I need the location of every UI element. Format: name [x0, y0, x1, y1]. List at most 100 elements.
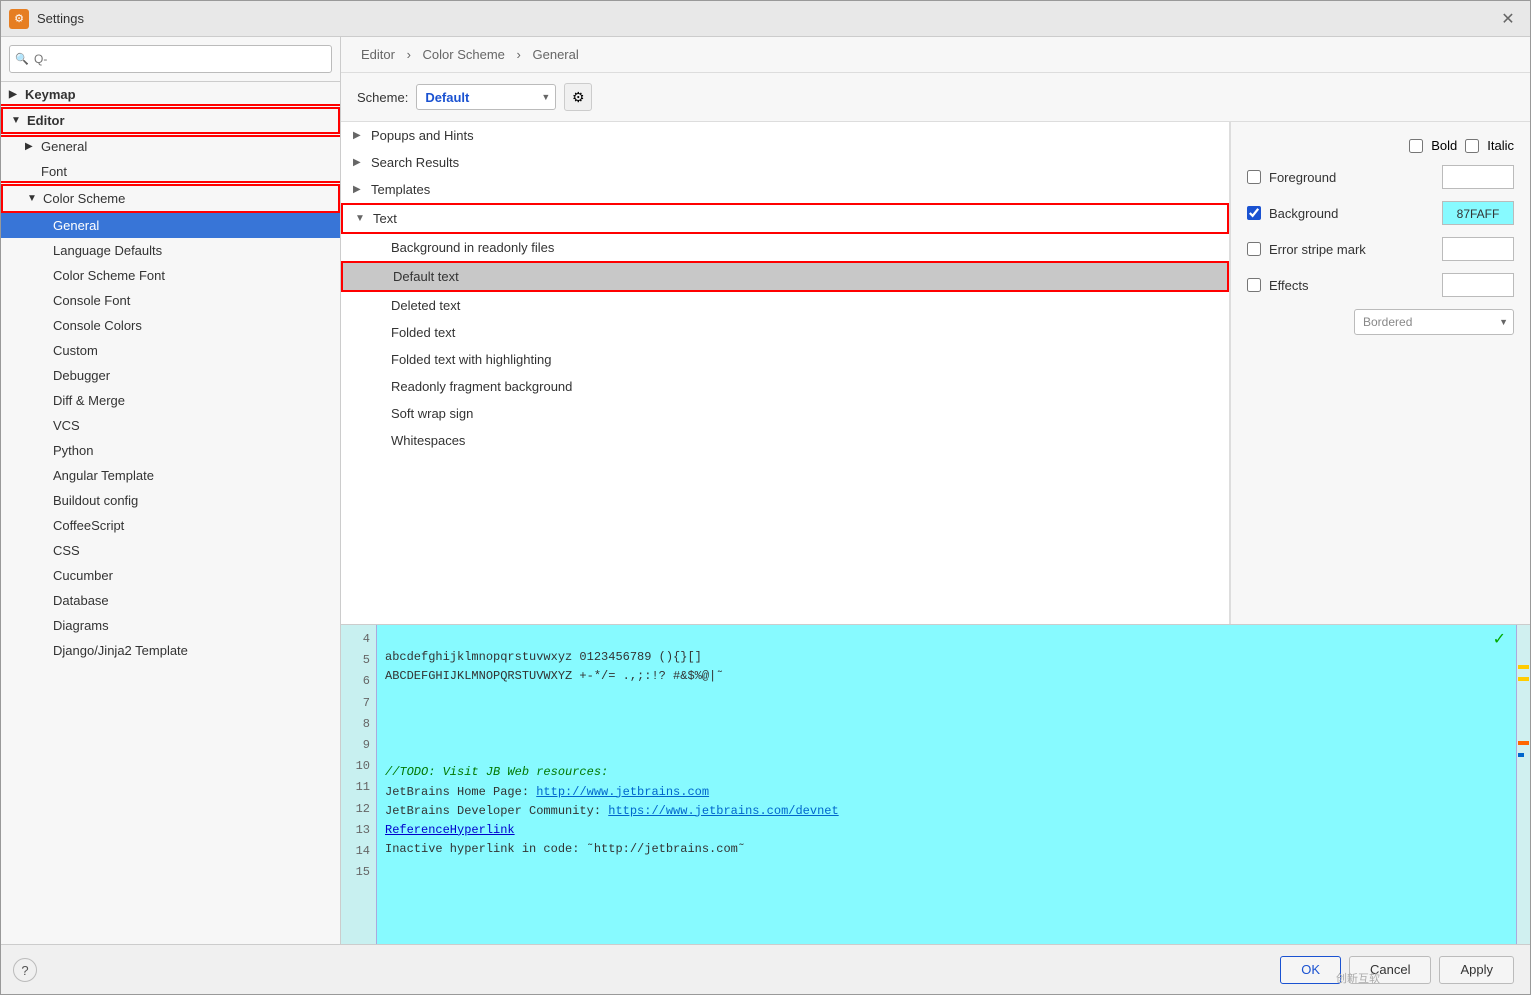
sidebar-item-color-scheme[interactable]: ▼ Color Scheme — [1, 184, 340, 213]
code-line: ABCDEFGHIJKLMNOPQRSTUVWXYZ +-*/= .,;:!? … — [385, 667, 1508, 686]
error-stripe-color-box[interactable] — [1442, 237, 1514, 261]
apply-button[interactable]: Apply — [1439, 956, 1514, 984]
content-area: ▶ Keymap ▼ Editor ▶ General Font ▼ Color… — [1, 37, 1530, 944]
tree-item-popups[interactable]: ▶ Popups and Hints — [341, 122, 1229, 149]
search-input[interactable] — [9, 45, 332, 73]
tree-item-readonly-fragment[interactable]: Readonly fragment background — [341, 373, 1229, 400]
gear-button[interactable]: ⚙ — [564, 83, 592, 111]
scheme-label: Scheme: — [357, 90, 408, 105]
expand-arrow — [37, 245, 49, 256]
bold-checkbox[interactable] — [1409, 139, 1423, 153]
error-stripe-checkbox[interactable] — [1247, 242, 1261, 256]
help-button[interactable]: ? — [13, 958, 37, 982]
tree-item-default-text[interactable]: Default text — [341, 261, 1229, 292]
ok-button[interactable]: OK — [1280, 956, 1341, 984]
scrollbar[interactable] — [1516, 625, 1530, 944]
tree-item-templates[interactable]: ▶ Templates — [341, 176, 1229, 203]
sidebar-item-python[interactable]: Python — [1, 438, 340, 463]
expand-icon: ▼ — [355, 213, 369, 224]
expand-icon — [375, 271, 389, 282]
sidebar-item-color-scheme-font[interactable]: Color Scheme Font — [1, 263, 340, 288]
sidebar-item-vcs[interactable]: VCS — [1, 413, 340, 438]
tree-item-whitespaces[interactable]: Whitespaces — [341, 427, 1229, 454]
expand-icon: ▶ — [353, 130, 367, 141]
sidebar-item-buildout[interactable]: Buildout config — [1, 488, 340, 513]
effects-checkbox[interactable] — [1247, 278, 1261, 292]
line-number: 8 — [341, 714, 376, 735]
expand-arrow — [37, 270, 49, 281]
sidebar-item-diagrams[interactable]: Diagrams — [1, 613, 340, 638]
code-line — [385, 629, 1508, 648]
background-row: Background 87FAFF — [1247, 201, 1514, 225]
tree-item-label: Templates — [371, 182, 430, 197]
sidebar-item-diff-merge[interactable]: Diff & Merge — [1, 388, 340, 413]
tree-item-bg-readonly[interactable]: Background in readonly files — [341, 234, 1229, 261]
expand-arrow — [37, 595, 49, 606]
sidebar-item-label: Color Scheme Font — [53, 268, 165, 283]
italic-checkbox[interactable] — [1465, 139, 1479, 153]
sidebar-item-font[interactable]: Font — [1, 159, 340, 184]
tree-item-label: Background in readonly files — [391, 240, 554, 255]
tree-item-label: Whitespaces — [391, 433, 465, 448]
tree-item-text[interactable]: ▼ Text — [341, 203, 1229, 234]
tree-item-search-results[interactable]: ▶ Search Results — [341, 149, 1229, 176]
expand-icon — [373, 435, 387, 446]
expand-arrow: ▼ — [11, 115, 23, 126]
sidebar-item-debugger[interactable]: Debugger — [1, 363, 340, 388]
tree-item-label: Deleted text — [391, 298, 460, 313]
sidebar-item-general[interactable]: ▶ General — [1, 134, 340, 159]
foreground-checkbox[interactable] — [1247, 170, 1261, 184]
sidebar-item-label: Buildout config — [53, 493, 138, 508]
expand-icon — [373, 408, 387, 419]
sidebar-item-console-font[interactable]: Console Font — [1, 288, 340, 313]
background-color-box[interactable]: 87FAFF — [1442, 201, 1514, 225]
foreground-row: Foreground — [1247, 165, 1514, 189]
tree-item-deleted-text[interactable]: Deleted text — [341, 292, 1229, 319]
breadcrumb-sep2: › — [517, 47, 525, 62]
sidebar-item-angular[interactable]: Angular Template — [1, 463, 340, 488]
expand-arrow — [37, 420, 49, 431]
tree-item-folded-text[interactable]: Folded text — [341, 319, 1229, 346]
sidebar-item-editor[interactable]: ▼ Editor — [1, 107, 340, 134]
sidebar-item-label: Cucumber — [53, 568, 113, 583]
error-stripe-row: Error stripe mark — [1247, 237, 1514, 261]
tree-item-soft-wrap[interactable]: Soft wrap sign — [341, 400, 1229, 427]
sidebar-item-keymap[interactable]: ▶ Keymap — [1, 82, 340, 107]
scheme-select[interactable]: Default — [416, 84, 556, 110]
sidebar-item-label: Console Font — [53, 293, 130, 308]
sidebar-item-general-sub[interactable]: General — [1, 213, 340, 238]
sidebar-item-label: Diff & Merge — [53, 393, 125, 408]
expand-arrow — [37, 370, 49, 381]
code-line-inactive: Inactive hyperlink in code: ˜http://jetb… — [385, 840, 1508, 859]
sidebar-item-console-colors[interactable]: Console Colors — [1, 313, 340, 338]
effects-color-box[interactable] — [1442, 273, 1514, 297]
effects-row: Effects — [1247, 273, 1514, 297]
line-number: 15 — [341, 862, 376, 883]
sidebar-item-coffeescript[interactable]: CoffeeScript — [1, 513, 340, 538]
foreground-color-box[interactable] — [1442, 165, 1514, 189]
tree-item-folded-text-highlighting[interactable]: Folded text with highlighting — [341, 346, 1229, 373]
close-button[interactable]: ✕ — [1494, 5, 1522, 33]
sidebar-item-language-defaults[interactable]: Language Defaults — [1, 238, 340, 263]
title-bar-left: ⚙ Settings — [9, 9, 84, 29]
sidebar-item-database[interactable]: Database — [1, 588, 340, 613]
sidebar-item-django[interactable]: Django/Jinja2 Template — [1, 638, 340, 663]
scheme-bar: Scheme: Default ⚙ — [341, 73, 1530, 122]
sidebar-item-label: Console Colors — [53, 318, 142, 333]
sidebar-item-css[interactable]: CSS — [1, 538, 340, 563]
line-number: 14 — [341, 841, 376, 862]
expand-arrow — [37, 345, 49, 356]
tree-item-label: Default text — [393, 269, 459, 284]
effects-select[interactable]: Bordered — [1354, 309, 1514, 335]
tree-item-label: Search Results — [371, 155, 459, 170]
sidebar-item-label: CSS — [53, 543, 80, 558]
sidebar-item-cucumber[interactable]: Cucumber — [1, 563, 340, 588]
background-checkbox[interactable] — [1247, 206, 1261, 220]
color-tree: ▶ Popups and Hints ▶ Search Results ▶ Te… — [341, 122, 1230, 624]
expand-arrow — [37, 645, 49, 656]
sidebar-item-custom[interactable]: Custom — [1, 338, 340, 363]
line-number: 12 — [341, 799, 376, 820]
breadcrumb-sep1: › — [407, 47, 415, 62]
expand-arrow — [37, 495, 49, 506]
expand-arrow — [37, 570, 49, 581]
